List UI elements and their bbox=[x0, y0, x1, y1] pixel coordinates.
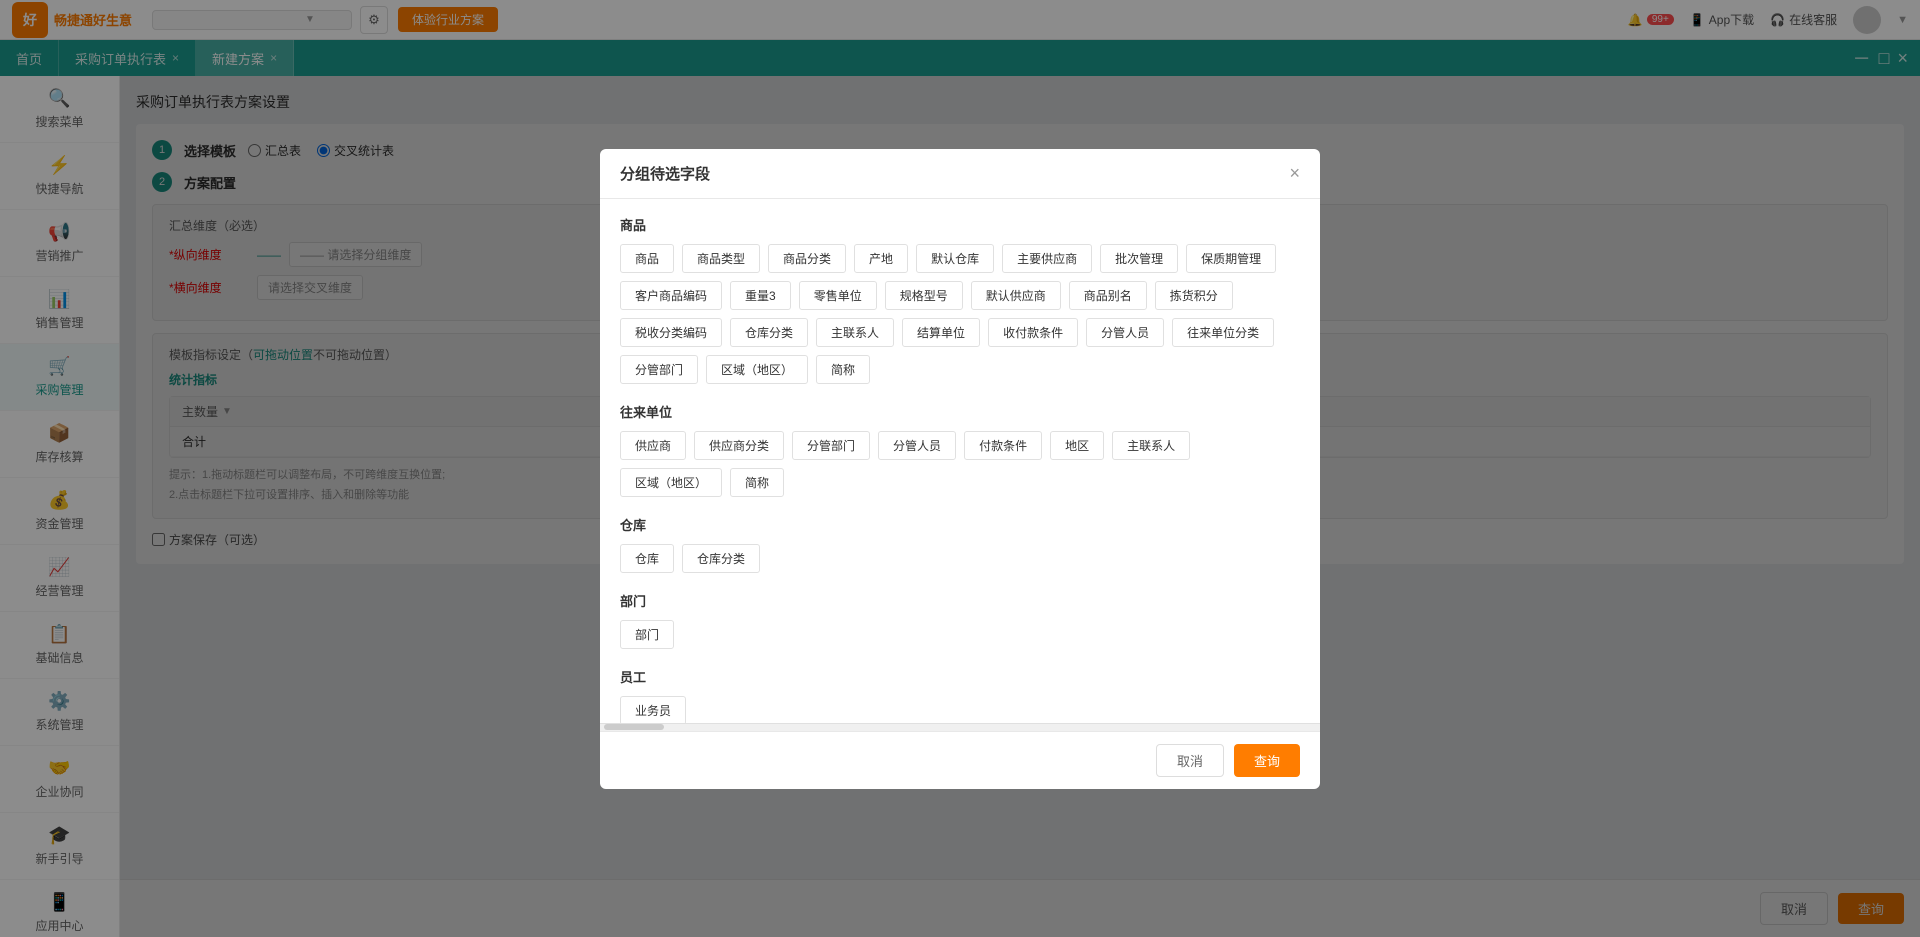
dept-field-tags: 部门 bbox=[620, 620, 1300, 649]
modal-cancel-button[interactable]: 取消 bbox=[1156, 744, 1224, 777]
field-tag[interactable]: 商品类型 bbox=[682, 244, 760, 273]
field-tag[interactable]: 零售单位 bbox=[799, 281, 877, 310]
goods-field-tags: 商品 商品类型 商品分类 产地 默认仓库 主要供应商 批次管理 保质期管理 客户… bbox=[620, 244, 1300, 384]
field-tag[interactable]: 主要供应商 bbox=[1002, 244, 1092, 273]
scroll-thumb[interactable] bbox=[604, 724, 664, 730]
field-tag[interactable]: 批次管理 bbox=[1100, 244, 1178, 273]
field-tag[interactable]: 客户商品编码 bbox=[620, 281, 722, 310]
field-tag[interactable]: 简称 bbox=[730, 468, 784, 497]
field-tag[interactable]: 部门 bbox=[620, 620, 674, 649]
field-tag[interactable]: 区域（地区） bbox=[620, 468, 722, 497]
field-tag[interactable]: 商品 bbox=[620, 244, 674, 273]
group-title-dept: 部门 bbox=[620, 591, 1300, 610]
modal-confirm-button[interactable]: 查询 bbox=[1234, 744, 1300, 777]
field-tag[interactable]: 结算单位 bbox=[902, 318, 980, 347]
modal-close-button[interactable]: × bbox=[1289, 163, 1300, 184]
field-tag[interactable]: 主联系人 bbox=[1112, 431, 1190, 460]
modal-header: 分组待选字段 × bbox=[600, 149, 1320, 199]
field-tag[interactable]: 仓库 bbox=[620, 544, 674, 573]
field-tag[interactable]: 主联系人 bbox=[816, 318, 894, 347]
field-tag[interactable]: 仓库分类 bbox=[730, 318, 808, 347]
field-tag[interactable]: 分管部门 bbox=[792, 431, 870, 460]
modal-overlay: 分组待选字段 × 商品 商品 商品类型 商品分类 产地 默认仓库 主要供应商 批… bbox=[0, 0, 1920, 937]
field-tag[interactable]: 分管部门 bbox=[620, 355, 698, 384]
warehouse-field-tags: 仓库 仓库分类 bbox=[620, 544, 1300, 573]
field-tag[interactable]: 付款条件 bbox=[964, 431, 1042, 460]
modal-title: 分组待选字段 bbox=[620, 163, 710, 184]
horizontal-scrollbar[interactable] bbox=[600, 723, 1320, 731]
modal-body: 商品 商品 商品类型 商品分类 产地 默认仓库 主要供应商 批次管理 保质期管理… bbox=[600, 199, 1320, 723]
field-tag[interactable]: 税收分类编码 bbox=[620, 318, 722, 347]
field-tag[interactable]: 产地 bbox=[854, 244, 908, 273]
field-tag[interactable]: 区域（地区） bbox=[706, 355, 808, 384]
field-tag[interactable]: 默认仓库 bbox=[916, 244, 994, 273]
field-tag[interactable]: 重量3 bbox=[730, 281, 791, 310]
field-tag[interactable]: 分管人员 bbox=[1086, 318, 1164, 347]
field-tag[interactable]: 简称 bbox=[816, 355, 870, 384]
group-title-employee: 员工 bbox=[620, 667, 1300, 686]
field-tag[interactable]: 分管人员 bbox=[878, 431, 956, 460]
field-tag[interactable]: 地区 bbox=[1050, 431, 1104, 460]
field-tag[interactable]: 商品别名 bbox=[1069, 281, 1147, 310]
field-tag[interactable]: 保质期管理 bbox=[1186, 244, 1276, 273]
field-tag[interactable]: 仓库分类 bbox=[682, 544, 760, 573]
partner-field-tags: 供应商 供应商分类 分管部门 分管人员 付款条件 地区 主联系人 区域（地区） … bbox=[620, 431, 1300, 497]
field-tag[interactable]: 供应商分类 bbox=[694, 431, 784, 460]
field-group-employee: 员工 业务员 bbox=[620, 667, 1300, 723]
employee-field-tags: 业务员 bbox=[620, 696, 1300, 723]
field-tag[interactable]: 供应商 bbox=[620, 431, 686, 460]
field-tag[interactable]: 商品分类 bbox=[768, 244, 846, 273]
field-tag[interactable]: 收付款条件 bbox=[988, 318, 1078, 347]
field-tag[interactable]: 规格型号 bbox=[885, 281, 963, 310]
field-group-goods: 商品 商品 商品类型 商品分类 产地 默认仓库 主要供应商 批次管理 保质期管理… bbox=[620, 215, 1300, 384]
field-group-partner: 往来单位 供应商 供应商分类 分管部门 分管人员 付款条件 地区 主联系人 区域… bbox=[620, 402, 1300, 497]
field-group-dept: 部门 部门 bbox=[620, 591, 1300, 649]
modal-dialog: 分组待选字段 × 商品 商品 商品类型 商品分类 产地 默认仓库 主要供应商 批… bbox=[600, 149, 1320, 789]
field-tag[interactable]: 业务员 bbox=[620, 696, 686, 723]
modal-footer: 取消 查询 bbox=[600, 731, 1320, 789]
group-title-partner: 往来单位 bbox=[620, 402, 1300, 421]
field-tag[interactable]: 默认供应商 bbox=[971, 281, 1061, 310]
group-title-warehouse: 仓库 bbox=[620, 515, 1300, 534]
field-tag[interactable]: 往来单位分类 bbox=[1172, 318, 1274, 347]
field-group-warehouse: 仓库 仓库 仓库分类 bbox=[620, 515, 1300, 573]
group-title-goods: 商品 bbox=[620, 215, 1300, 234]
field-tag[interactable]: 拣货积分 bbox=[1155, 281, 1233, 310]
